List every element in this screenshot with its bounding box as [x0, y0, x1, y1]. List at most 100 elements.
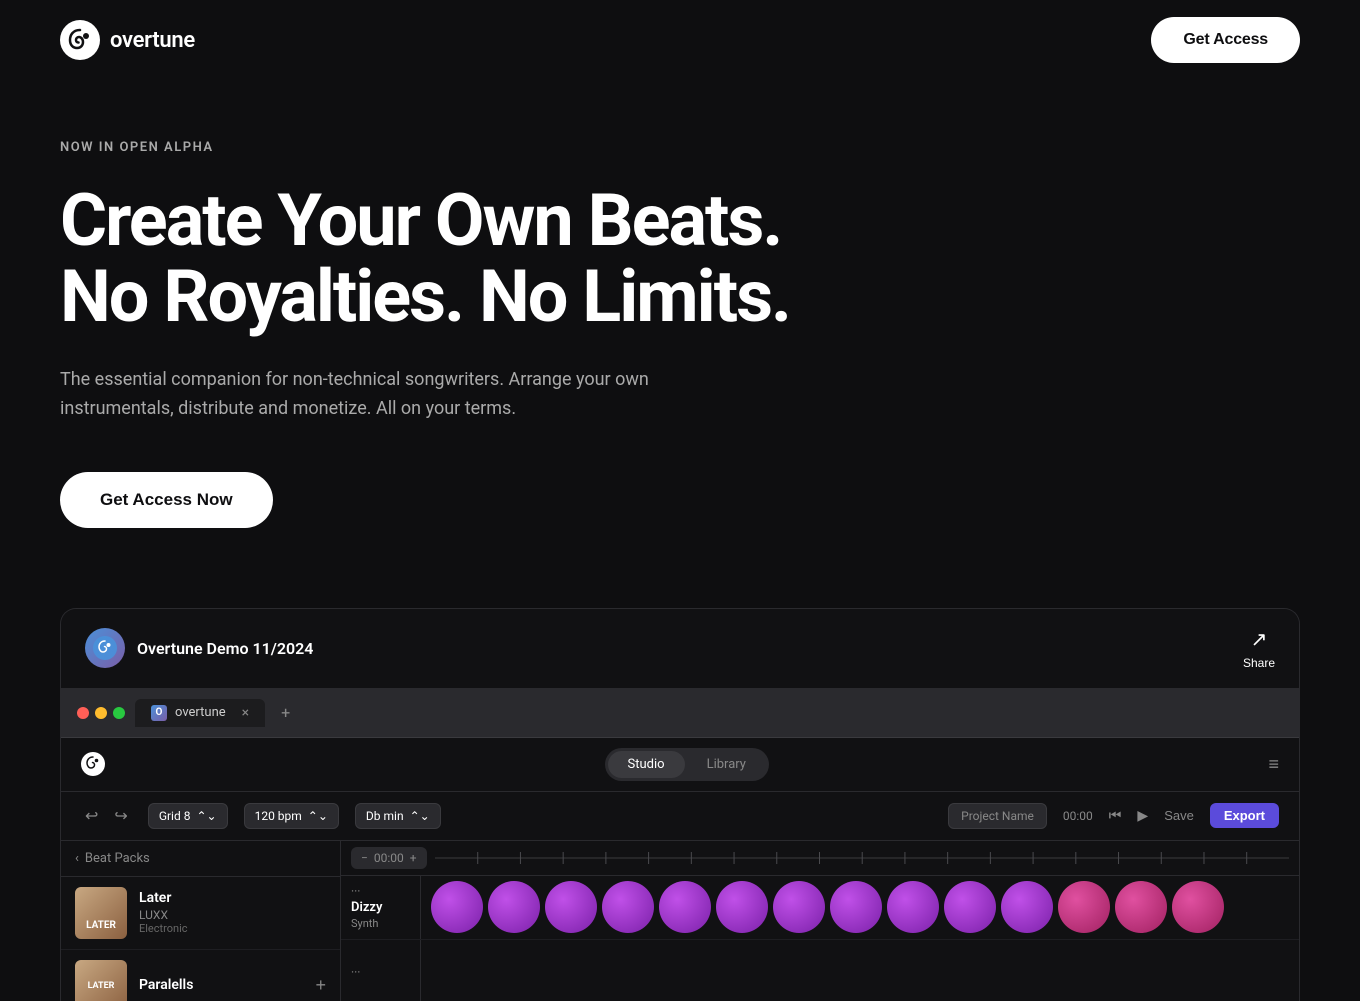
track-row-dizzy: ··· Dizzy Synth — [341, 876, 1299, 940]
alpha-badge: NOW IN OPEN ALPHA — [60, 140, 840, 155]
browser-chrome: O overtune × + — [61, 689, 1299, 738]
hero-headline-line1: Create Your Own Beats. — [60, 178, 781, 263]
bpm-selector[interactable]: 120 bpm ⌃⌄ — [244, 803, 339, 829]
beat-packs-label: Beat Packs — [85, 851, 150, 866]
key-selector[interactable]: Db min ⌃⌄ — [355, 803, 441, 829]
grid-chevron-icon: ⌃⌄ — [196, 809, 216, 823]
hero-subtext: The essential companion for non-technica… — [60, 366, 680, 424]
track-row-second: ··· — [341, 940, 1299, 1001]
pad-ball-2[interactable] — [488, 881, 540, 933]
overtune-logo-icon — [60, 20, 100, 60]
track-name-dizzy: Dizzy — [351, 900, 410, 915]
nav-get-access-button[interactable]: Get Access — [1151, 17, 1300, 63]
pad-ball-14[interactable] — [1172, 881, 1224, 933]
project-name-field[interactable]: Project Name — [948, 803, 1047, 829]
app-inner: Studio Library ≡ ↩ ↪ Grid 8 ⌃⌄ 120 bpm ⌃… — [61, 738, 1299, 1001]
app-tabs: Studio Library — [605, 748, 769, 781]
pad-ball-3[interactable] — [545, 881, 597, 933]
track-more-icon-2[interactable]: ··· — [351, 965, 360, 979]
beat-pack-item-later[interactable]: LATER Later LUXX Electronic — [61, 877, 340, 950]
demo-section: Overtune Demo 11/2024 ↗ Share O overtune… — [60, 608, 1300, 1001]
minimize-dot[interactable] — [95, 707, 107, 719]
pad-ball-9[interactable] — [887, 881, 939, 933]
close-dot[interactable] — [77, 707, 89, 719]
pad-ball-12[interactable] — [1058, 881, 1110, 933]
pad-ball-4[interactable] — [602, 881, 654, 933]
demo-avatar — [85, 628, 125, 668]
hero-headline-line2: No Royalties. No Limits. — [60, 254, 790, 339]
tab-add-icon[interactable]: + — [281, 703, 290, 722]
bpm-label: 120 bpm — [255, 809, 302, 823]
pad-ball-13[interactable] — [1115, 881, 1167, 933]
track-more-icon[interactable]: ··· — [351, 884, 360, 898]
app-menu-icon[interactable]: ≡ — [1268, 754, 1279, 775]
hero-headline: Create Your Own Beats. No Royalties. No … — [60, 183, 840, 334]
app-toolbar: ↩ ↪ Grid 8 ⌃⌄ 120 bpm ⌃⌄ Db min ⌃⌄ — [61, 792, 1299, 841]
logo: overtune — [60, 20, 195, 60]
tab-close-icon[interactable]: × — [242, 705, 249, 721]
chevron-left-icon[interactable]: ‹ — [75, 851, 79, 866]
grid-label: Grid 8 — [159, 809, 191, 823]
key-chevron-icon: ⌃⌄ — [410, 809, 430, 823]
maximize-dot[interactable] — [113, 707, 125, 719]
hero-cta-button[interactable]: Get Access Now — [60, 472, 273, 528]
toolbar-undo-redo: ↩ ↪ — [81, 802, 132, 830]
plus-icon[interactable]: + — [410, 851, 417, 865]
pad-ball-6[interactable] — [716, 881, 768, 933]
track-type-dizzy: Synth — [351, 917, 410, 930]
brand-name: overtune — [110, 28, 195, 53]
browser-dots — [77, 707, 125, 719]
save-button[interactable]: Save — [1164, 808, 1194, 823]
pack-name-paralells: Paralells — [139, 977, 303, 993]
demo-header-left: Overtune Demo 11/2024 — [85, 628, 313, 668]
beat-pack-item-paralells[interactable]: LATER Paralells + — [61, 950, 340, 1001]
rewind-button[interactable]: ⏮ — [1109, 807, 1122, 824]
app-mockup: O overtune × + Studio Library ≡ — [61, 689, 1299, 1001]
undo-button[interactable]: ↩ — [81, 802, 102, 830]
export-button[interactable]: Export — [1210, 803, 1279, 828]
timeline-ruler — [435, 848, 1289, 868]
track-label-dizzy: ··· Dizzy Synth — [341, 876, 421, 939]
demo-header: Overtune Demo 11/2024 ↗ Share — [61, 609, 1299, 689]
bpm-chevron-icon: ⌃⌄ — [308, 809, 328, 823]
beat-packs-title: ‹ Beat Packs — [75, 851, 150, 866]
share-button[interactable]: ↗ Share — [1243, 627, 1275, 670]
track-timeline: − 00:00 + — [341, 841, 1299, 1001]
pad-ball-8[interactable] — [830, 881, 882, 933]
browser-tab[interactable]: O overtune × — [135, 699, 265, 727]
track-label-second: ··· — [341, 940, 421, 1001]
pack-add-button-paralells[interactable]: + — [315, 975, 326, 996]
time-offset-bar: − 00:00 + — [341, 841, 1299, 876]
tab-studio[interactable]: Studio — [608, 751, 685, 778]
pad-ball-5[interactable] — [659, 881, 711, 933]
tab-favicon: O — [151, 705, 167, 721]
timeline-area: ‹ Beat Packs LATER Later LUXX Electronic — [61, 841, 1299, 1001]
share-label: Share — [1243, 656, 1275, 670]
pad-ball-1[interactable] — [431, 881, 483, 933]
key-label: Db min — [366, 809, 404, 823]
pack-info-later: Later LUXX Electronic — [139, 890, 326, 935]
project-name-label: Project Name — [961, 809, 1034, 823]
pack-genre-later: Electronic — [139, 922, 326, 935]
redo-button[interactable]: ↪ — [110, 802, 131, 830]
tab-label: overtune — [175, 705, 226, 720]
pad-ball-7[interactable] — [773, 881, 825, 933]
pack-artist-later: LUXX — [139, 908, 326, 922]
app-logo-small-icon — [81, 752, 105, 776]
pad-ball-11[interactable] — [1001, 881, 1053, 933]
app-topbar: Studio Library ≡ — [61, 738, 1299, 792]
beat-packs-sidebar: ‹ Beat Packs LATER Later LUXX Electronic — [61, 841, 341, 1001]
play-button[interactable]: ▶ — [1137, 807, 1148, 824]
demo-title: Overtune Demo 11/2024 — [137, 639, 313, 658]
grid-selector[interactable]: Grid 8 ⌃⌄ — [148, 803, 228, 829]
minus-icon[interactable]: − — [361, 851, 368, 865]
pad-ball-10[interactable] — [944, 881, 996, 933]
tab-library[interactable]: Library — [687, 751, 766, 778]
pack-thumb-paralells: LATER — [75, 960, 127, 1001]
hero-section: NOW IN OPEN ALPHA Create Your Own Beats.… — [0, 80, 900, 568]
navbar: overtune Get Access — [0, 0, 1360, 80]
pads-container-dizzy — [421, 875, 1299, 939]
time-offset-control[interactable]: − 00:00 + — [351, 847, 427, 869]
ruler-svg — [435, 848, 1289, 868]
time-offset-value: 00:00 — [374, 851, 404, 865]
